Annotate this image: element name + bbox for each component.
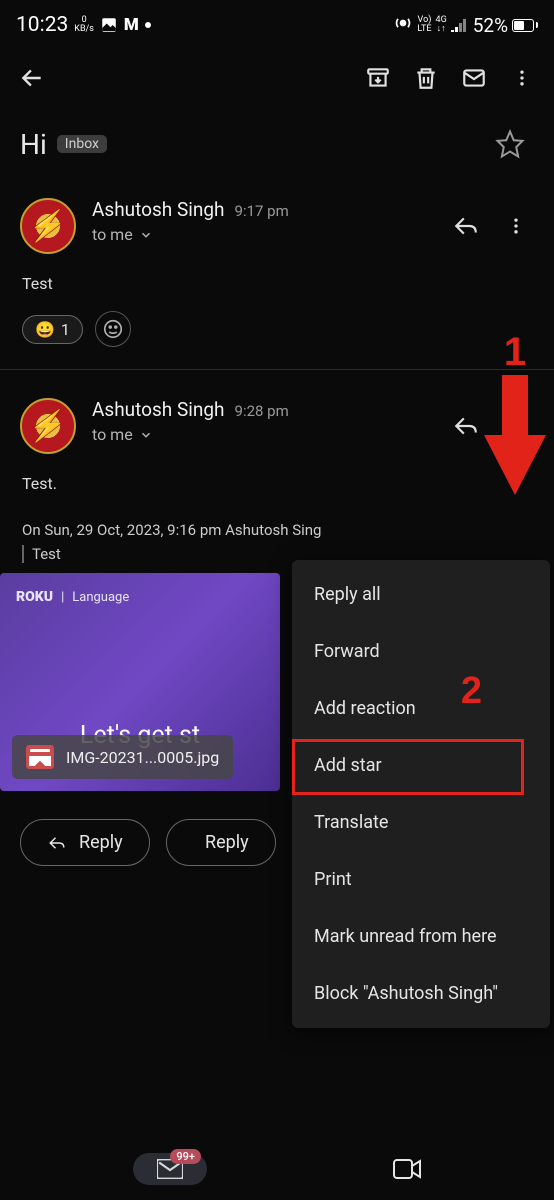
signal-icon: [451, 14, 469, 37]
image-file-icon: [26, 745, 54, 769]
menu-reply-all[interactable]: Reply all: [292, 566, 550, 623]
avatar[interactable]: [20, 398, 76, 454]
message-time: 9:17 pm: [235, 202, 289, 220]
message-1-body: Test: [0, 262, 554, 305]
sender-name[interactable]: Ashutosh Singh: [92, 398, 225, 421]
bottom-nav: 99+: [0, 1138, 554, 1200]
status-network: Vo)LTE: [417, 16, 431, 34]
message-2-header: Ashutosh Singh 9:28 pm to me: [0, 374, 554, 462]
mail-badge: 99+: [170, 1149, 201, 1164]
mail-button[interactable]: [450, 54, 498, 102]
divider: [0, 369, 554, 370]
reply-button[interactable]: [442, 402, 490, 450]
annotation-label-2: 2: [461, 670, 482, 713]
brand-logo: ROKU: [16, 589, 53, 605]
archive-button[interactable]: [354, 54, 402, 102]
reaction-chip[interactable]: 😀 1: [22, 315, 83, 344]
avatar[interactable]: [20, 198, 76, 254]
inbox-chip[interactable]: Inbox: [57, 135, 107, 153]
menu-forward[interactable]: Forward: [292, 623, 550, 680]
quoted-body: Test: [22, 545, 61, 563]
reply-all-pill-button[interactable]: Reply: [166, 819, 276, 866]
subject-row: Hi Inbox: [0, 110, 554, 174]
recipient-expander[interactable]: to me: [92, 425, 426, 444]
annotation-arrow-1: 1: [484, 330, 546, 499]
notification-dot-icon: [145, 22, 151, 28]
sender-name[interactable]: Ashutosh Singh: [92, 198, 225, 221]
battery-percent: 52%: [473, 14, 508, 37]
status-time: 10:23: [16, 13, 68, 37]
menu-add-reaction[interactable]: Add reaction: [292, 680, 550, 737]
embed-section: Language: [72, 590, 129, 605]
toolbar-overflow-button[interactable]: [498, 54, 546, 102]
recipient-expander[interactable]: to me: [92, 225, 426, 244]
quoted-meta: On Sun, 29 Oct, 2023, 9:16 pm Ashutosh S…: [22, 521, 532, 539]
message-time: 9:28 pm: [235, 402, 289, 420]
status-4g: 4G↓↑: [436, 16, 447, 34]
status-bar: 10:23 0KB/s M Vo)LTE 4G↓↑ 52%: [0, 0, 554, 46]
down-arrow-icon: [484, 375, 546, 499]
status-speed: 0KB/s: [74, 16, 94, 34]
subject-text: Hi: [20, 128, 47, 161]
menu-translate[interactable]: Translate: [292, 794, 550, 851]
delete-button[interactable]: [402, 54, 450, 102]
m-icon: M: [124, 15, 139, 35]
reaction-emoji: 😀: [35, 320, 55, 339]
quoted-block: On Sun, 29 Oct, 2023, 9:16 pm Ashutosh S…: [22, 521, 532, 563]
chevron-down-icon: [139, 428, 153, 442]
message-1-overflow-button[interactable]: [492, 202, 540, 250]
embedded-preview[interactable]: ROKU | Language Let's get st IMG-20231..…: [0, 573, 280, 791]
chevron-down-icon: [139, 228, 153, 242]
app-toolbar: [0, 46, 554, 110]
menu-block[interactable]: Block "Ashutosh Singh": [292, 965, 550, 1022]
add-reaction-button[interactable]: [95, 311, 131, 347]
attachment-chip[interactable]: IMG-20231...0005.jpg: [12, 735, 233, 779]
annotation-highlight-box: [292, 739, 524, 795]
star-button[interactable]: [486, 120, 534, 168]
battery-icon: [512, 19, 538, 32]
reply-button[interactable]: [442, 202, 490, 250]
message-2-body: Test.: [0, 462, 554, 505]
nav-mail-tab[interactable]: 99+: [133, 1153, 207, 1185]
message-1-header: Ashutosh Singh 9:17 pm to me: [0, 174, 554, 262]
hotspot-icon: [393, 13, 413, 38]
menu-print[interactable]: Print: [292, 851, 550, 908]
reaction-row: 😀 1: [0, 305, 554, 365]
nav-video-tab[interactable]: [393, 1158, 421, 1180]
attachment-name: IMG-20231...0005.jpg: [66, 748, 219, 767]
reply-pill-button[interactable]: Reply: [20, 819, 150, 866]
reaction-count: 1: [61, 320, 70, 339]
back-button[interactable]: [8, 54, 56, 102]
menu-mark-unread[interactable]: Mark unread from here: [292, 908, 550, 965]
gallery-icon: [100, 16, 118, 34]
